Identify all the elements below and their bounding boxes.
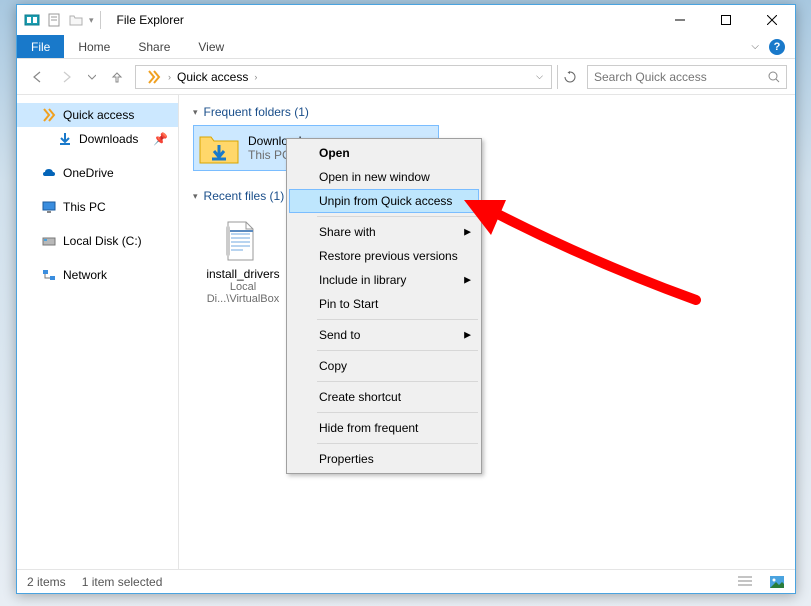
navigation-bar: › Quick access › ⌵ [17, 59, 795, 95]
pc-icon [41, 199, 57, 215]
submenu-arrow-icon: ▶ [464, 330, 471, 341]
new-folder-icon[interactable] [67, 11, 85, 29]
status-item-count: 2 items [27, 575, 66, 589]
tab-view[interactable]: View [184, 35, 238, 58]
qat-dropdown-icon[interactable]: ▾ [89, 15, 94, 26]
item-sub: This PC [248, 148, 291, 162]
forward-button[interactable] [55, 65, 79, 89]
ctx-open[interactable]: Open [289, 141, 479, 165]
recent-locations-button[interactable] [85, 65, 99, 89]
search-input[interactable] [594, 70, 768, 84]
ctx-copy[interactable]: Copy [289, 354, 479, 378]
separator [317, 381, 478, 382]
help-icon[interactable]: ? [769, 39, 785, 55]
submenu-arrow-icon: ▶ [464, 227, 471, 238]
ctx-hide-frequent[interactable]: Hide from frequent [289, 416, 479, 440]
ctx-properties[interactable]: Properties [289, 447, 479, 471]
window-controls [657, 5, 795, 35]
status-selected-count: 1 item selected [82, 575, 163, 589]
separator [317, 443, 478, 444]
details-view-button[interactable] [737, 575, 753, 589]
address-icon [140, 66, 168, 88]
ctx-create-shortcut[interactable]: Create shortcut [289, 385, 479, 409]
ribbon: File Home Share View ⌵ ? [17, 35, 795, 59]
separator [100, 11, 101, 29]
group-frequent-folders[interactable]: ▾ Frequent folders (1) [193, 105, 781, 119]
file-item[interactable]: install_drivers Local Di...\VirtualBox [193, 215, 293, 309]
app-icon [23, 11, 41, 29]
quick-access-icon [41, 107, 57, 123]
close-button[interactable] [749, 5, 795, 35]
up-button[interactable] [105, 65, 129, 89]
chevron-right-icon[interactable]: › [254, 72, 257, 82]
ctx-share-with[interactable]: Share with▶ [289, 220, 479, 244]
disk-icon [41, 233, 57, 249]
address-dropdown-icon[interactable]: ⌵ [532, 71, 547, 82]
separator [317, 350, 478, 351]
item-name: install_drivers [206, 267, 279, 281]
status-bar: 2 items 1 item selected [17, 569, 795, 593]
ctx-include-library[interactable]: Include in library▶ [289, 268, 479, 292]
search-box[interactable] [587, 65, 787, 89]
nav-label: Network [63, 268, 107, 282]
nav-quick-access[interactable]: Quick access [17, 103, 178, 127]
downloads-icon [57, 131, 73, 147]
ctx-pin-start[interactable]: Pin to Start [289, 292, 479, 316]
tab-share[interactable]: Share [124, 35, 184, 58]
ctx-restore-versions[interactable]: Restore previous versions [289, 244, 479, 268]
nav-downloads[interactable]: Downloads 📌 [17, 127, 178, 151]
breadcrumb-quick-access[interactable]: Quick access [171, 66, 254, 88]
nav-local-disk[interactable]: Local Disk (C:) [17, 229, 178, 253]
folder-icon [196, 128, 242, 168]
ctx-unpin-quick-access[interactable]: Unpin from Quick access [289, 189, 479, 213]
title-bar: ▾ File Explorer [17, 5, 795, 35]
window-title: File Explorer [109, 13, 657, 27]
thumbnails-view-button[interactable] [769, 575, 785, 589]
network-icon [41, 267, 57, 283]
separator [317, 216, 478, 217]
pin-icon: 📌 [153, 132, 168, 146]
group-label: Recent files (1) [204, 189, 285, 203]
address-bar[interactable]: › Quick access › ⌵ [135, 65, 552, 89]
quick-access-toolbar: ▾ [17, 11, 109, 29]
collapse-icon[interactable]: ▾ [193, 107, 198, 118]
group-label: Frequent folders (1) [204, 105, 309, 119]
collapse-icon[interactable]: ▾ [193, 191, 198, 202]
separator [317, 412, 478, 413]
nav-label: Downloads [79, 132, 138, 146]
search-icon [768, 71, 780, 83]
tab-file[interactable]: File [17, 35, 64, 58]
submenu-arrow-icon: ▶ [464, 275, 471, 286]
nav-label: Local Disk (C:) [63, 234, 142, 248]
nav-this-pc[interactable]: This PC [17, 195, 178, 219]
item-sub: Local Di...\VirtualBox [197, 281, 289, 305]
onedrive-icon [41, 165, 57, 181]
maximize-button[interactable] [703, 5, 749, 35]
back-button[interactable] [25, 65, 49, 89]
refresh-button[interactable] [557, 65, 581, 89]
nav-label: This PC [63, 200, 106, 214]
text-file-icon [220, 219, 266, 265]
nav-network[interactable]: Network [17, 263, 178, 287]
navigation-pane: Quick access Downloads 📌 OneDrive This P… [17, 95, 179, 569]
minimize-button[interactable] [657, 5, 703, 35]
content-pane[interactable]: ▾ Frequent folders (1) Downloads This PC… [179, 95, 795, 569]
ribbon-expand-icon[interactable]: ⌵ [751, 41, 759, 52]
nav-label: Quick access [63, 108, 134, 122]
group-recent-files[interactable]: ▾ Recent files (1) [193, 189, 781, 203]
tab-home[interactable]: Home [64, 35, 124, 58]
separator [317, 319, 478, 320]
nav-label: OneDrive [63, 166, 114, 180]
ctx-open-new-window[interactable]: Open in new window [289, 165, 479, 189]
context-menu: Open Open in new window Unpin from Quick… [286, 138, 482, 474]
nav-onedrive[interactable]: OneDrive [17, 161, 178, 185]
properties-icon[interactable] [45, 11, 63, 29]
ctx-send-to[interactable]: Send to▶ [289, 323, 479, 347]
